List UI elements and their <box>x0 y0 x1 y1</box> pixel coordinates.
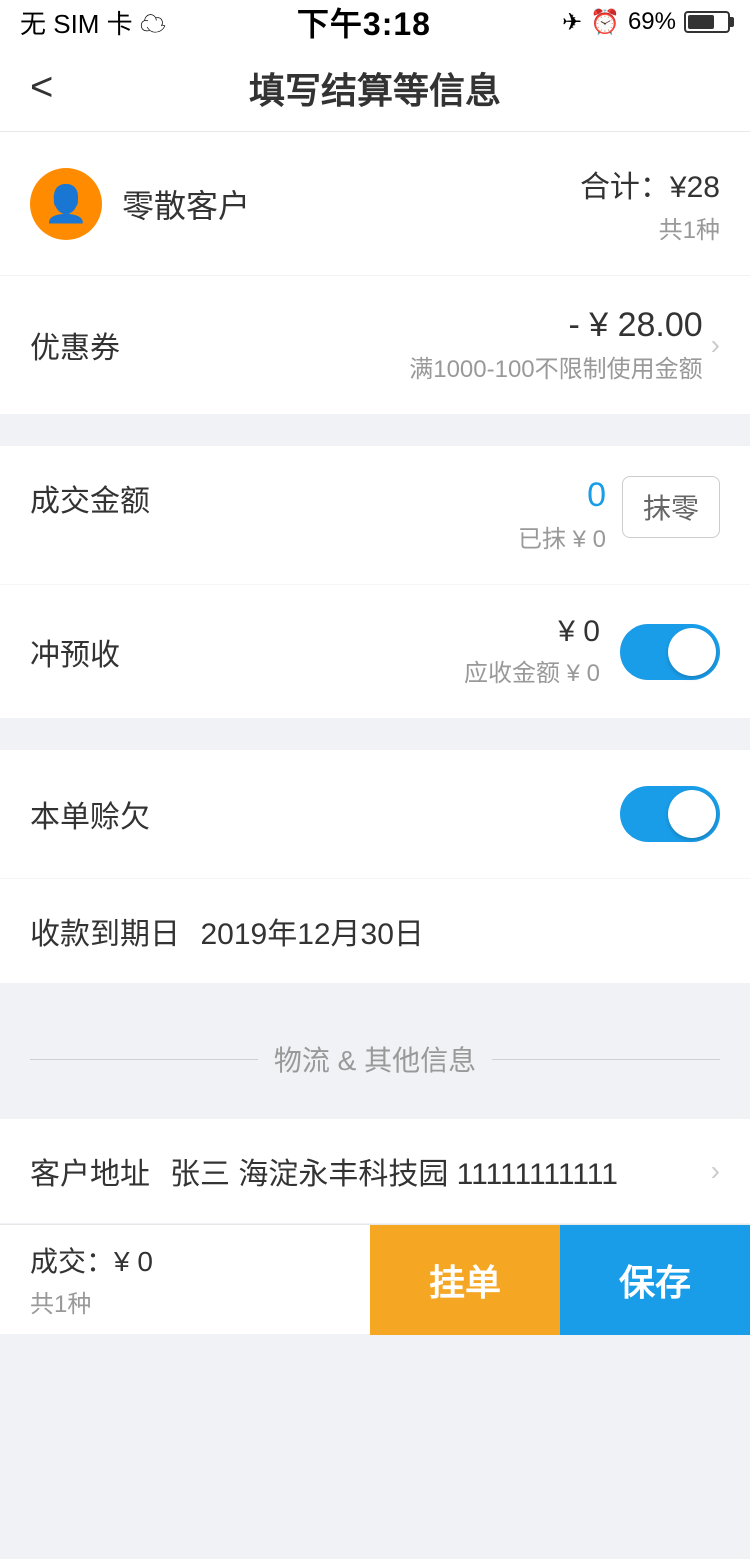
deal-amount-label: 成交金额 <box>30 476 150 520</box>
customer-left: 👤 零散客户 <box>30 168 250 240</box>
save-button[interactable]: 保存 <box>560 1225 750 1335</box>
prepay-amount: ¥ 0 <box>464 615 600 649</box>
round-zero-button[interactable]: 抹零 <box>622 476 720 538</box>
prepay-right: ¥ 0 应收金额 ¥ 0 <box>464 615 720 688</box>
page-title: 填写结算等信息 <box>249 62 501 114</box>
logistics-section: 物流 & 其他信息 <box>0 1015 750 1103</box>
deal-sub: 已抹 ¥ 0 <box>518 519 606 554</box>
status-bar: 无 SIM 卡 ☁ 下午3:18 ✈ ⏰ 69% <box>0 0 750 44</box>
section-divider-4 <box>0 1103 750 1119</box>
coupon-label: 优惠券 <box>30 323 120 367</box>
section-divider-2 <box>0 734 750 750</box>
prepay-label: 冲预收 <box>30 630 120 674</box>
content: 👤 零散客户 合计：¥28 共1种 优惠券 - ¥ 28.00 满1000-10… <box>0 132 750 1559</box>
deal-amount-card: 成交金额 0 已抹 ¥ 0 抹零 冲预收 ¥ 0 应收金额 ¥ 0 <box>0 446 750 718</box>
avatar-icon: 👤 <box>44 183 89 225</box>
logistics-label: 物流 & 其他信息 <box>274 1039 476 1079</box>
chevron-right-icon: › <box>711 329 720 361</box>
credit-toggle-knob <box>668 790 716 838</box>
credit-label: 本单赊欠 <box>30 792 150 836</box>
section-divider-3 <box>0 999 750 1015</box>
avatar: 👤 <box>30 168 102 240</box>
deal-right: 0 已抹 ¥ 0 抹零 <box>518 476 720 554</box>
status-left: 无 SIM 卡 ☁ <box>20 4 166 41</box>
deal-amount-row: 成交金额 0 已抹 ¥ 0 抹零 <box>0 446 750 585</box>
sim-signal: 无 SIM 卡 ☁ <box>20 4 166 41</box>
prepay-toggle[interactable] <box>620 624 720 680</box>
coupon-row[interactable]: 优惠券 - ¥ 28.00 满1000-100不限制使用金额 › <box>0 275 750 414</box>
bottom-deal-label: 成交： <box>30 1246 114 1277</box>
address-card[interactable]: 客户地址 张三 海淀永丰科技园 11111111111 › <box>0 1119 750 1223</box>
toggle-knob <box>668 628 716 676</box>
logistics-divider: 物流 & 其他信息 <box>0 1039 750 1079</box>
bottom-count: 共1种 <box>30 1284 340 1319</box>
deal-value: 0 <box>518 476 606 515</box>
address-row[interactable]: 客户地址 张三 海淀永丰科技园 11111111111 › <box>0 1119 750 1223</box>
hold-button[interactable]: 挂单 <box>370 1225 560 1335</box>
due-date-label: 收款到期日 <box>30 918 180 951</box>
customer-card: 👤 零散客户 合计：¥28 共1种 优惠券 - ¥ 28.00 满1000-10… <box>0 132 750 414</box>
nav-bar: < 填写结算等信息 <box>0 44 750 132</box>
back-button[interactable]: < <box>30 65 53 110</box>
alarm-icon: ⏰ <box>590 8 620 37</box>
battery-icon <box>684 11 730 33</box>
coupon-right: - ¥ 28.00 满1000-100不限制使用金额 <box>409 306 702 384</box>
credit-row: 本单赊欠 <box>0 750 750 878</box>
section-divider-1 <box>0 430 750 446</box>
address-value: 张三 海淀永丰科技园 11111111111 <box>170 1149 711 1193</box>
deal-value-wrap: 0 已抹 ¥ 0 <box>518 476 606 554</box>
divider-line-right <box>492 1059 720 1060</box>
customer-row: 👤 零散客户 合计：¥28 共1种 <box>0 132 750 275</box>
coupon-amount: - ¥ 28.00 <box>409 306 702 345</box>
status-time: 下午3:18 <box>297 0 431 45</box>
bottom-info: 成交：¥ 0 共1种 <box>0 1225 370 1334</box>
total-count: 共1种 <box>580 210 720 245</box>
credit-card: 本单赊欠 收款到期日 2019年12月30日 <box>0 750 750 983</box>
battery-percent: 69% <box>628 8 676 36</box>
address-chevron-icon: › <box>711 1155 720 1187</box>
prepay-row: 冲预收 ¥ 0 应收金额 ¥ 0 <box>0 585 750 718</box>
coupon-desc: 满1000-100不限制使用金额 <box>409 349 702 384</box>
customer-name: 零散客户 <box>122 181 250 227</box>
bottom-deal: 成交：¥ 0 <box>30 1240 340 1280</box>
due-date-value: 2019年12月30日 <box>200 918 423 951</box>
bottom-deal-value: ¥ 0 <box>114 1246 153 1277</box>
divider-line-left <box>30 1059 258 1060</box>
prepay-value-wrap: ¥ 0 应收金额 ¥ 0 <box>464 615 600 688</box>
total-amount: 合计：¥28 <box>580 162 720 206</box>
status-right: ✈ ⏰ 69% <box>562 8 730 37</box>
bottom-bar: 成交：¥ 0 共1种 挂单 保存 <box>0 1224 750 1334</box>
address-label: 客户地址 <box>30 1149 150 1193</box>
customer-right: 合计：¥28 共1种 <box>580 162 720 245</box>
location-icon: ✈ <box>562 8 582 37</box>
due-date-row: 收款到期日 2019年12月30日 <box>0 878 750 983</box>
credit-toggle[interactable] <box>620 786 720 842</box>
prepay-sub: 应收金额 ¥ 0 <box>464 653 600 688</box>
